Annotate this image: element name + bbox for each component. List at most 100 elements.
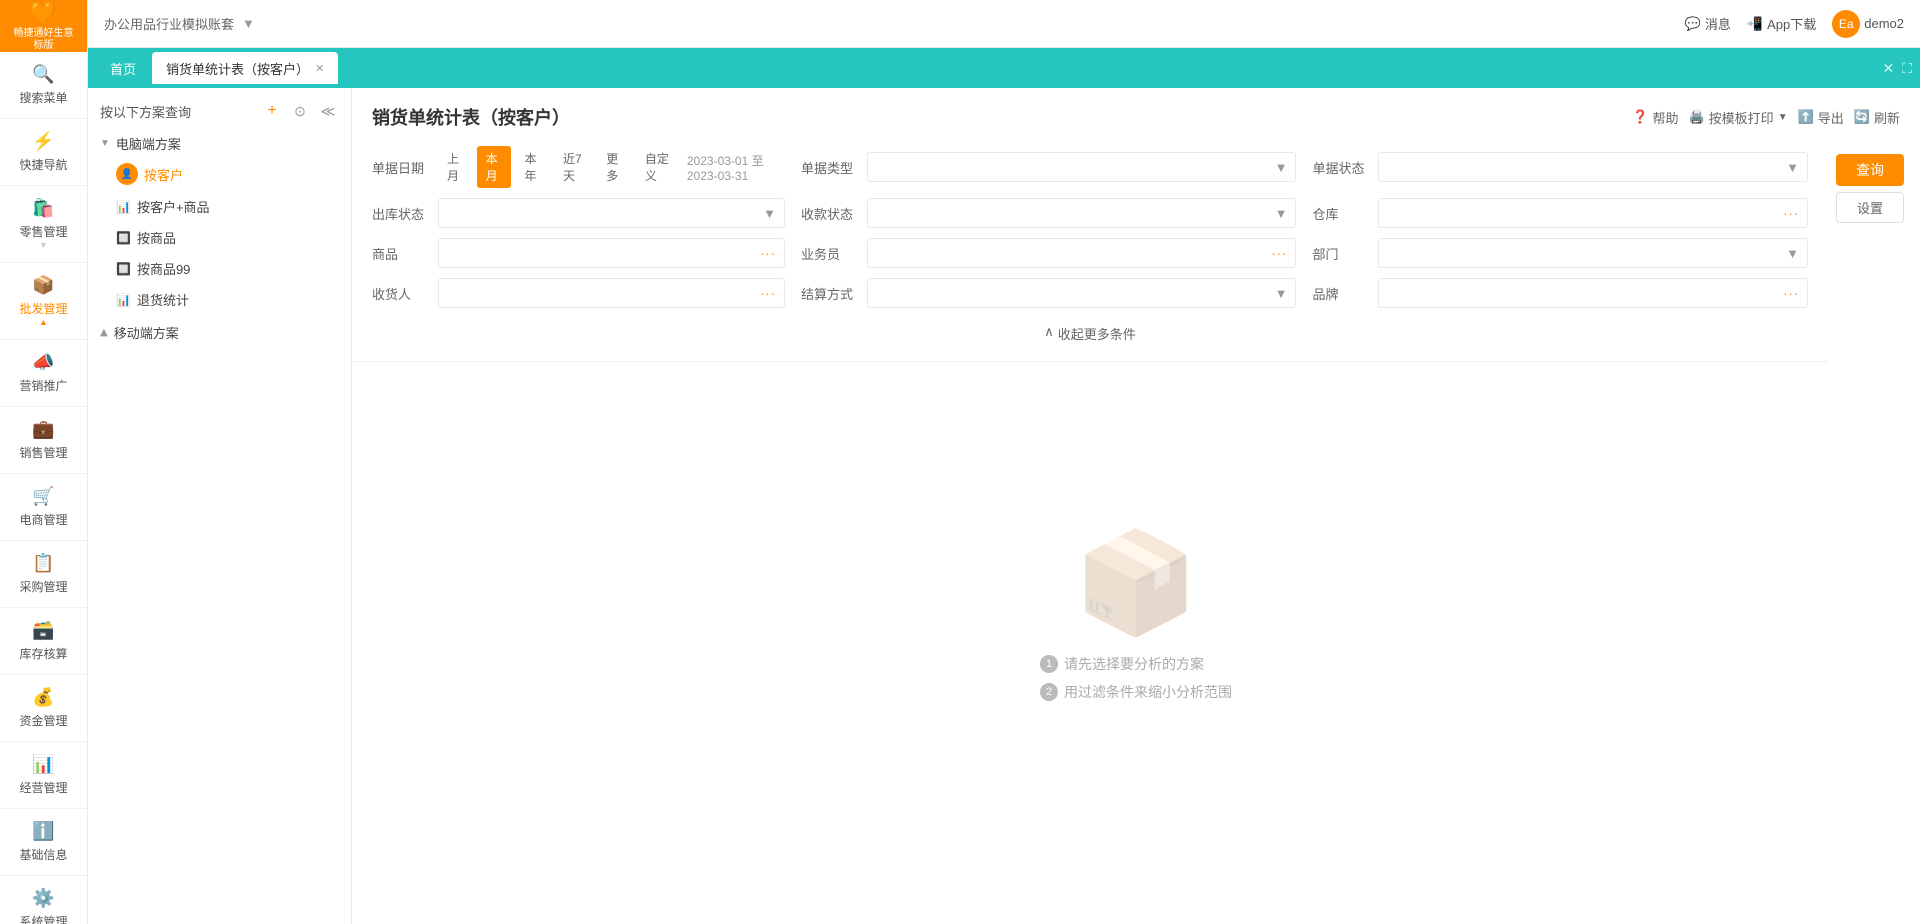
active-badge: 👤 [116,163,138,185]
date-btn-this-month[interactable]: 本月 [477,146,512,188]
export-btn[interactable]: ⬆️ 导出 [1798,108,1844,127]
tree-item-return-stats[interactable]: 📊 退货统计 [88,284,351,315]
refresh-btn[interactable]: 🔄 刷新 [1854,108,1900,127]
topbar: 办公用品行业模拟账套 ▼ 💬 消息 📲 App下载 Ea demo2 [88,0,1920,48]
out-status-select[interactable]: ▼ [438,198,785,228]
warehouse-label: 仓库 [1312,204,1372,223]
warehouse-dots: ··· [1783,206,1799,221]
receiver-input[interactable]: ··· [438,278,785,308]
tree-group-mobile[interactable]: ▶ 移动端方案 [88,319,351,346]
tree-item-by-product[interactable]: 🔲 按商品 [88,222,351,253]
filter-salesperson-col: 业务员 ··· [801,238,1297,268]
search-menu-icon: 🔍 [32,64,54,85]
sidebar-item-inventory[interactable]: 🗃️ 库存核算 [0,608,88,675]
out-status-label: 出库状态 [372,204,432,223]
hint-text-2: 用过滤条件来缩小分析范围 [1064,682,1232,702]
settings-button[interactable]: 设置 [1836,192,1904,223]
query-button[interactable]: 查询 [1836,154,1904,186]
retail-icon: 🛍️ [32,198,54,219]
product-input[interactable]: ··· [438,238,785,268]
export-icon: ⬆️ [1798,109,1814,125]
finance-icon: 💰 [32,687,54,708]
date-btn-custom[interactable]: 自定义 [636,146,679,188]
sidebar-item-basic-info[interactable]: ℹ️ 基础信息 [0,809,88,876]
sidebar-item-search-menu[interactable]: 🔍 搜索菜单 [0,52,88,119]
right-panel: 销货单统计表（按客户） ❓ 帮助 🖨️ 按模板打印 ▼ ⬆️ 导出 [352,88,1920,924]
sidebar-item-finance[interactable]: 💰 资金管理 [0,675,88,742]
tab-home[interactable]: 首页 [96,52,150,84]
collapse-panel-btn[interactable]: ≪ [317,100,339,122]
sidebar-item-retail[interactable]: 🛍️ 零售管理 ▼ [0,186,88,263]
edit-scheme-btn[interactable]: ⊙ [289,100,311,122]
logo-icon: 🧡 [30,0,57,26]
collapse-row[interactable]: ∧ 收起更多条件 [372,318,1808,349]
date-btn-more[interactable]: 更多 [597,146,632,188]
date-btn-this-year[interactable]: 本年 [515,146,550,188]
app-logo: 🧡 畅捷通好生意 标版 [0,0,88,52]
receiver-label: 收货人 [372,284,432,303]
help-btn[interactable]: ❓ 帮助 [1632,108,1678,127]
out-status-arrow: ▼ [763,206,776,221]
by-product-99-icon: 🔲 [116,262,131,276]
tree-group-label-desktop: 电脑端方案 [116,134,181,153]
date-btn-last-7[interactable]: 近7天 [554,146,593,188]
window-maximize-icon[interactable]: ⛶ [1902,60,1912,77]
tab-close-icon[interactable]: ✕ [315,62,324,75]
print-dropdown-icon: ▼ [1778,112,1788,123]
tree-item-by-product-99[interactable]: 🔲 按商品99 [88,253,351,284]
department-label: 部门 [1312,244,1372,263]
order-type-label: 单据类型 [801,158,861,177]
empty-state: 📦 1 请先选择要分析的方案 2 用过滤条件来缩小分析范围 [352,362,1920,924]
hint-num-2: 2 [1040,683,1058,701]
tree-group-label-mobile: 移动端方案 [114,323,179,342]
settlement-arrow: ▼ [1275,286,1288,301]
department-select[interactable]: ▼ [1378,238,1808,268]
template-print-btn[interactable]: 🖨️ 按模板打印 ▼ [1688,108,1787,127]
filter-row-2: 出库状态 ▼ 收款状态 ▼ [372,198,1808,228]
topbar-right: 💬 消息 📲 App下载 Ea demo2 [1685,10,1904,38]
refresh-icon: 🔄 [1854,109,1870,125]
sidebar-item-purchase[interactable]: 📋 采购管理 [0,541,88,608]
settlement-select[interactable]: ▼ [867,278,1297,308]
sidebar-item-operations[interactable]: 📊 经营管理 [0,742,88,809]
dropdown-arrow-icon[interactable]: ▼ [242,16,255,31]
page-header: 销货单统计表（按客户） ❓ 帮助 🖨️ 按模板打印 ▼ ⬆️ 导出 [352,88,1920,138]
sidebar-item-marketing[interactable]: 📣 营销推广 [0,340,88,407]
salesperson-input[interactable]: ··· [867,238,1297,268]
filter-receiver-col: 收货人 ··· [372,278,785,308]
tab-sales-stats[interactable]: 销货单统计表（按客户） ✕ [152,52,338,84]
brand-input[interactable]: ··· [1378,278,1808,308]
sidebar-item-ecommerce[interactable]: 🛒 电商管理 [0,474,88,541]
topbar-left: 办公用品行业模拟账套 ▼ [104,14,255,33]
message-btn[interactable]: 💬 消息 [1685,14,1731,33]
app-download-btn[interactable]: 📲 App下载 [1747,14,1816,33]
order-status-select[interactable]: ▼ [1378,152,1808,182]
window-controls: ✕ ⛶ [1882,60,1912,77]
inventory-icon: 🗃️ [32,620,54,641]
sidebar-item-system[interactable]: ⚙️ 系统管理 [0,876,88,924]
add-scheme-btn[interactable]: + [261,100,283,122]
collect-status-select[interactable]: ▼ [867,198,1297,228]
tree-item-by-customer[interactable]: 👤 按客户 [88,157,351,191]
filter-department-col: 部门 ▼ [1312,238,1808,268]
order-type-select[interactable]: ▼ [867,152,1297,182]
window-close-icon[interactable]: ✕ [1882,60,1894,77]
tree-arrow-desktop: ▼ [100,138,110,149]
sidebar-item-wholesale[interactable]: 📦 批发管理 ▲ [0,263,88,340]
app-download-icon: 📲 [1747,16,1763,32]
sidebar-item-quick-nav[interactable]: ⚡ 快捷导航 [0,119,88,186]
empty-hint-1: 1 请先选择要分析的方案 [1040,654,1232,674]
filter-out-status-col: 出库状态 ▼ [372,198,785,228]
empty-hints: 1 请先选择要分析的方案 2 用过滤条件来缩小分析范围 [1040,654,1232,702]
warehouse-input[interactable]: ··· [1378,198,1808,228]
product-label: 商品 [372,244,432,263]
tree-item-by-customer-product[interactable]: 📊 按客户+商品 [88,191,351,222]
order-status-arrow: ▼ [1786,160,1799,175]
sidebar-item-sales-mgmt[interactable]: 💼 销售管理 [0,407,88,474]
collapse-label: 收起更多条件 [1058,324,1136,343]
date-btn-last-month[interactable]: 上月 [438,146,473,188]
user-profile[interactable]: Ea demo2 [1832,10,1904,38]
tree-group-desktop[interactable]: ▼ 电脑端方案 [88,130,351,157]
by-product-icon: 🔲 [116,231,131,245]
settlement-label: 结算方式 [801,284,861,303]
